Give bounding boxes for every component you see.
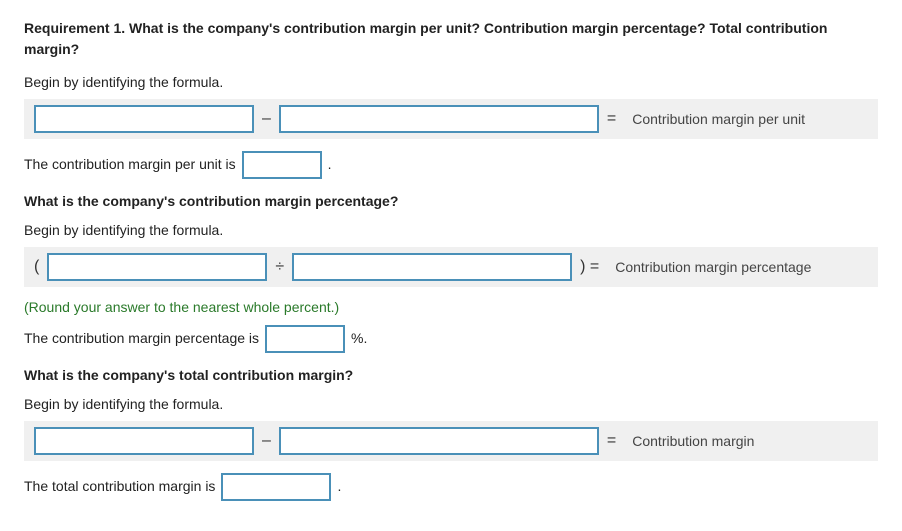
equals-1: =	[607, 110, 616, 128]
formula-input-1b[interactable]	[279, 105, 599, 133]
operator-div-2: ÷	[275, 258, 284, 276]
answer-suffix-1: .	[328, 152, 332, 177]
answer-input-3[interactable]	[221, 473, 331, 501]
answer-prefix-1: The contribution margin per unit is	[24, 152, 236, 177]
answer-input-2[interactable]	[265, 325, 345, 353]
section2-formula-label: Begin by identifying the formula.	[24, 220, 878, 241]
formula-row-3: – = Contribution margin	[24, 421, 878, 461]
section3-question: What is the company's total contribution…	[24, 365, 878, 386]
formula-input-1a[interactable]	[34, 105, 254, 133]
formula-input-3b[interactable]	[279, 427, 599, 455]
requirement-number: Requirement 1.	[24, 20, 125, 36]
answer-suffix-2: %.	[351, 326, 367, 351]
result-label-2: Contribution margin percentage	[615, 259, 811, 275]
formula-input-3a[interactable]	[34, 427, 254, 455]
section3-formula-label: Begin by identifying the formula.	[24, 394, 878, 415]
section1-formula-label: Begin by identifying the formula.	[24, 72, 878, 93]
operator-minus-1: –	[262, 110, 271, 128]
formula-row-2: ( ÷ ) = Contribution margin percentage	[24, 247, 878, 287]
answer-row-1: The contribution margin per unit is .	[24, 151, 878, 179]
open-paren: (	[34, 258, 39, 276]
answer-prefix-2: The contribution margin percentage is	[24, 326, 259, 351]
formula-row-1: – = Contribution margin per unit	[24, 99, 878, 139]
answer-row-2: The contribution margin percentage is %.	[24, 325, 878, 353]
close-paren-equals: ) =	[580, 258, 599, 276]
requirement-text: What is the company's contribution margi…	[24, 20, 827, 57]
answer-row-3: The total contribution margin is .	[24, 473, 878, 501]
answer-input-1[interactable]	[242, 151, 322, 179]
result-label-3: Contribution margin	[632, 433, 754, 449]
result-label-1: Contribution margin per unit	[632, 111, 805, 127]
round-note: (Round your answer to the nearest whole …	[24, 299, 878, 315]
requirement-title: Requirement 1. What is the company's con…	[24, 18, 878, 60]
answer-suffix-3: .	[337, 474, 341, 499]
formula-input-2b[interactable]	[292, 253, 572, 281]
equals-3: =	[607, 432, 616, 450]
answer-prefix-3: The total contribution margin is	[24, 474, 215, 499]
formula-input-2a[interactable]	[47, 253, 267, 281]
operator-minus-3: –	[262, 432, 271, 450]
section2-question: What is the company's contribution margi…	[24, 191, 878, 212]
